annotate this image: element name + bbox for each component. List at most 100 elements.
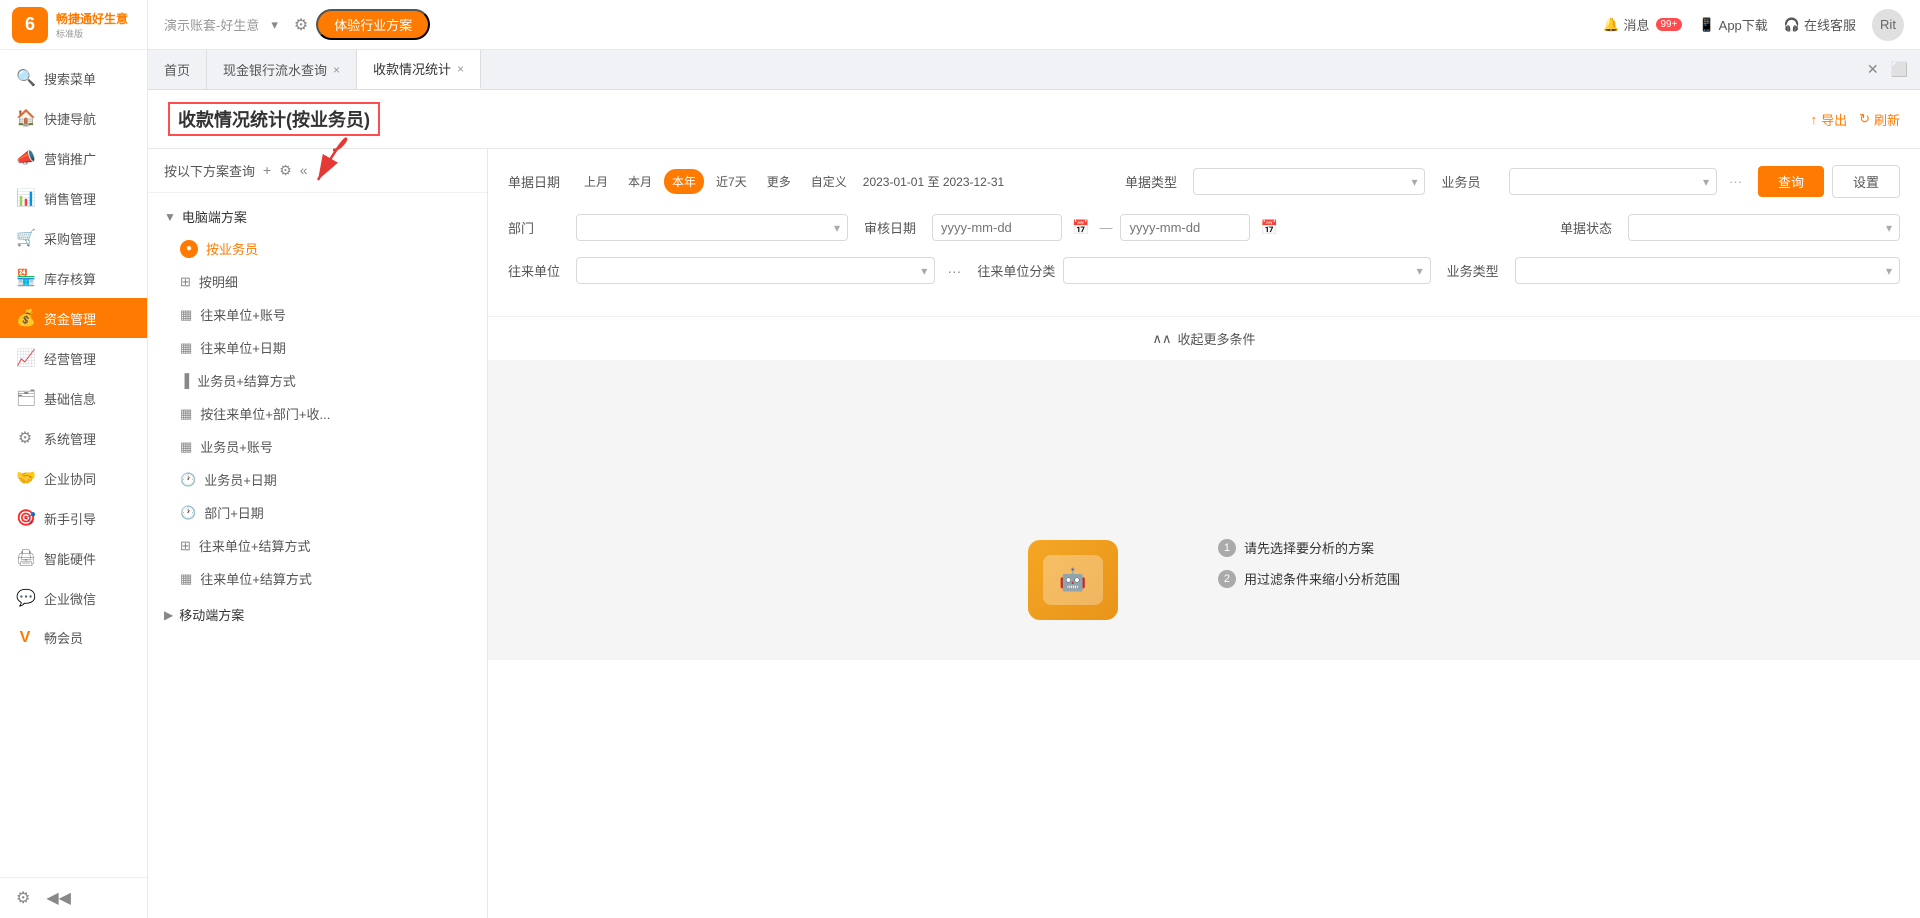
review-date-from-input[interactable] bbox=[932, 214, 1062, 241]
review-date-to-input[interactable] bbox=[1120, 214, 1250, 241]
online-service-item[interactable]: 🎧 在线客服 bbox=[1784, 15, 1856, 34]
date-btn-thisyear[interactable]: 本年 bbox=[664, 169, 704, 194]
sidebar-item-finance[interactable]: 💰 资金管理 bbox=[0, 298, 147, 338]
calendar-icon-to[interactable]: 📅 bbox=[1260, 219, 1277, 236]
notification-item[interactable]: 🔔 消息 99+ bbox=[1603, 15, 1682, 34]
sidebar-item-enterprise[interactable]: 🤝 企业协同 bbox=[0, 458, 147, 498]
plan-item-partner-dept[interactable]: ▦ 按往来单位+部门+收... bbox=[148, 397, 487, 430]
collapse-footer-icon[interactable]: ◀◀ bbox=[46, 888, 71, 908]
plan-item-partner-account[interactable]: ▦ 往来单位+账号 bbox=[148, 298, 487, 331]
partner-category-wrapper bbox=[1063, 257, 1430, 284]
date-btn-thismonth[interactable]: 本月 bbox=[620, 169, 660, 194]
plan-item-salesman-settle[interactable]: ▐ 业务员+结算方式 bbox=[148, 364, 487, 397]
refresh-icon: ↻ bbox=[1859, 111, 1870, 127]
tabbar-controls: ✕ ⬜ bbox=[1855, 50, 1920, 89]
table-icon3: ▦ bbox=[180, 406, 192, 422]
partner-category-field: 往来单位分类 bbox=[977, 257, 1430, 284]
guide-icon: 🎯 bbox=[16, 508, 34, 528]
topbar-dropdown-icon[interactable]: ▾ bbox=[271, 17, 278, 33]
page-title: 收款情况统计(按业务员) bbox=[168, 102, 380, 136]
hardware-icon: 🖨 bbox=[16, 548, 34, 568]
plan-item-salesman-account[interactable]: ▦ 业务员+账号 bbox=[148, 430, 487, 463]
tab-collection-stats[interactable]: 收款情况统计 × bbox=[357, 50, 481, 89]
inventory-icon: 🏪 bbox=[16, 268, 34, 288]
tab-maximize-icon[interactable]: ⬜ bbox=[1891, 61, 1908, 78]
date-btn-lastmonth[interactable]: 上月 bbox=[576, 169, 616, 194]
partner-more-icon[interactable]: ··· bbox=[947, 263, 961, 279]
member-icon: V bbox=[16, 629, 34, 647]
doc-type-select[interactable] bbox=[1193, 168, 1426, 195]
date-btn-custom[interactable]: 自定义 bbox=[803, 169, 855, 194]
filter-panel-header: 按以下方案查询 + ⚙ « bbox=[148, 149, 487, 193]
tab-close-all-icon[interactable]: ✕ bbox=[1867, 61, 1879, 78]
plan-item-salesman[interactable]: ● 按业务员 bbox=[148, 232, 487, 265]
plan-group-pc-header[interactable]: ▼ 电脑端方案 bbox=[148, 201, 487, 232]
page-header: 收款情况统计(按业务员) ↑ 导出 ↻ 刷新 bbox=[148, 90, 1920, 149]
sidebar-item-wechat[interactable]: 💬 企业微信 bbox=[0, 578, 147, 618]
sidebar-item-hardware[interactable]: 🖨 智能硬件 bbox=[0, 538, 147, 578]
date-btn-7days[interactable]: 近7天 bbox=[708, 169, 755, 194]
tab-bank-flow[interactable]: 现金银行流水查询 × bbox=[207, 50, 357, 89]
sidebar-item-marketing[interactable]: 📣 营销推广 bbox=[0, 138, 147, 178]
settings-footer-icon[interactable]: ⚙ bbox=[16, 888, 30, 908]
sidebar-item-inventory[interactable]: 🏪 库存核算 bbox=[0, 258, 147, 298]
partner-select[interactable] bbox=[576, 257, 935, 284]
sidebar-item-basic[interactable]: 🗂 基础信息 bbox=[0, 378, 147, 418]
dept-select[interactable] bbox=[576, 214, 848, 241]
biz-type-select[interactable] bbox=[1515, 257, 1900, 284]
promo-button[interactable]: 体验行业方案 bbox=[316, 9, 430, 40]
filter-collapse-icon[interactable]: « bbox=[300, 162, 308, 179]
query-button[interactable]: 查询 bbox=[1758, 166, 1824, 197]
salesman-select-wrapper bbox=[1509, 168, 1717, 195]
logo-icon: 6 bbox=[12, 7, 48, 43]
tab-collection-stats-close[interactable]: × bbox=[457, 62, 464, 76]
robot-face: 🤖 bbox=[1043, 555, 1103, 605]
tabbar: 首页 现金银行流水查询 × 收款情况统计 × ✕ ⬜ bbox=[148, 50, 1920, 90]
sidebar-item-nav[interactable]: 🏠 快捷导航 bbox=[0, 98, 147, 138]
sidebar-item-purchase[interactable]: 🛒 采购管理 bbox=[0, 218, 147, 258]
collapse-icon: ∧∧ bbox=[1152, 331, 1171, 347]
plan-item-salesman-date[interactable]: 🕐 业务员+日期 bbox=[148, 463, 487, 496]
tab-home[interactable]: 首页 bbox=[148, 50, 207, 89]
empty-state: 🤖 1 请先选择要分析的方案 2 用过滤条件来缩小分析范围 bbox=[488, 360, 1920, 660]
partner-category-select[interactable] bbox=[1063, 257, 1430, 284]
sidebar-item-sales[interactable]: 📊 销售管理 bbox=[0, 178, 147, 218]
search-row-2: 部门 审核日期 📅 — 📅 单据状态 bbox=[508, 214, 1900, 241]
table-icon4: ▦ bbox=[180, 439, 192, 455]
tab-bank-flow-close[interactable]: × bbox=[333, 63, 340, 77]
tip-num-1: 1 bbox=[1218, 539, 1236, 557]
plan-item-detail[interactable]: ⊞ 按明细 bbox=[148, 265, 487, 298]
logo-area: 6 畅捷通好生意 标准版 bbox=[0, 0, 147, 50]
doc-status-select[interactable] bbox=[1628, 214, 1900, 241]
refresh-button[interactable]: ↻ 刷新 bbox=[1859, 110, 1900, 129]
plan-group-mobile: ▶ 移动端方案 bbox=[148, 599, 487, 630]
sidebar-item-search[interactable]: 🔍 搜索菜单 bbox=[0, 58, 147, 98]
plan-item-dept-date[interactable]: 🕐 部门+日期 bbox=[148, 496, 487, 529]
search-fields: 单据日期 上月 本月 本年 近7天 更多 自定义 2023-01-01 至 20… bbox=[488, 149, 1920, 316]
date-btn-more[interactable]: 更多 bbox=[759, 169, 799, 194]
plan-item-partner-date[interactable]: ▦ 往来单位+日期 bbox=[148, 331, 487, 364]
salesman-more-icon[interactable]: ··· bbox=[1729, 174, 1742, 189]
date-range-text: 2023-01-01 至 2023-12-31 bbox=[863, 173, 1004, 190]
app-download-item[interactable]: 📱 App下载 bbox=[1698, 15, 1767, 34]
sidebar-item-guide[interactable]: 🎯 新手引导 bbox=[0, 498, 147, 538]
doc-status-label: 单据状态 bbox=[1560, 218, 1620, 237]
calendar-icon-from[interactable]: 📅 bbox=[1072, 219, 1089, 236]
biz-type-field: 业务类型 bbox=[1447, 257, 1900, 284]
settings-button[interactable]: 设置 bbox=[1832, 165, 1900, 198]
sidebar-item-system[interactable]: ⚙ 系统管理 bbox=[0, 418, 147, 458]
salesman-select[interactable] bbox=[1509, 168, 1717, 195]
biz-type-wrapper bbox=[1515, 257, 1900, 284]
plan-group-mobile-header[interactable]: ▶ 移动端方案 bbox=[148, 599, 487, 630]
topbar-gear-icon[interactable]: ⚙ bbox=[294, 15, 308, 35]
sidebar-item-management[interactable]: 📈 经营管理 bbox=[0, 338, 147, 378]
filter-settings-icon[interactable]: ⚙ bbox=[279, 162, 292, 179]
user-avatar[interactable]: Rit bbox=[1872, 9, 1904, 41]
sidebar-item-member[interactable]: V 畅会员 bbox=[0, 618, 147, 657]
sidebar: 6 畅捷通好生意 标准版 🔍 搜索菜单 🏠 快捷导航 📣 营销推广 📊 销售管理… bbox=[0, 0, 148, 918]
export-button[interactable]: ↑ 导出 bbox=[1811, 110, 1848, 129]
collapse-button[interactable]: ∧∧ 收起更多条件 bbox=[488, 316, 1920, 360]
filter-add-icon[interactable]: + bbox=[263, 162, 271, 179]
plan-item-partner-settle1[interactable]: ⊞ 往来单位+结算方式 bbox=[148, 529, 487, 562]
plan-item-partner-settle2[interactable]: ▦ 往来单位+结算方式 bbox=[148, 562, 487, 595]
